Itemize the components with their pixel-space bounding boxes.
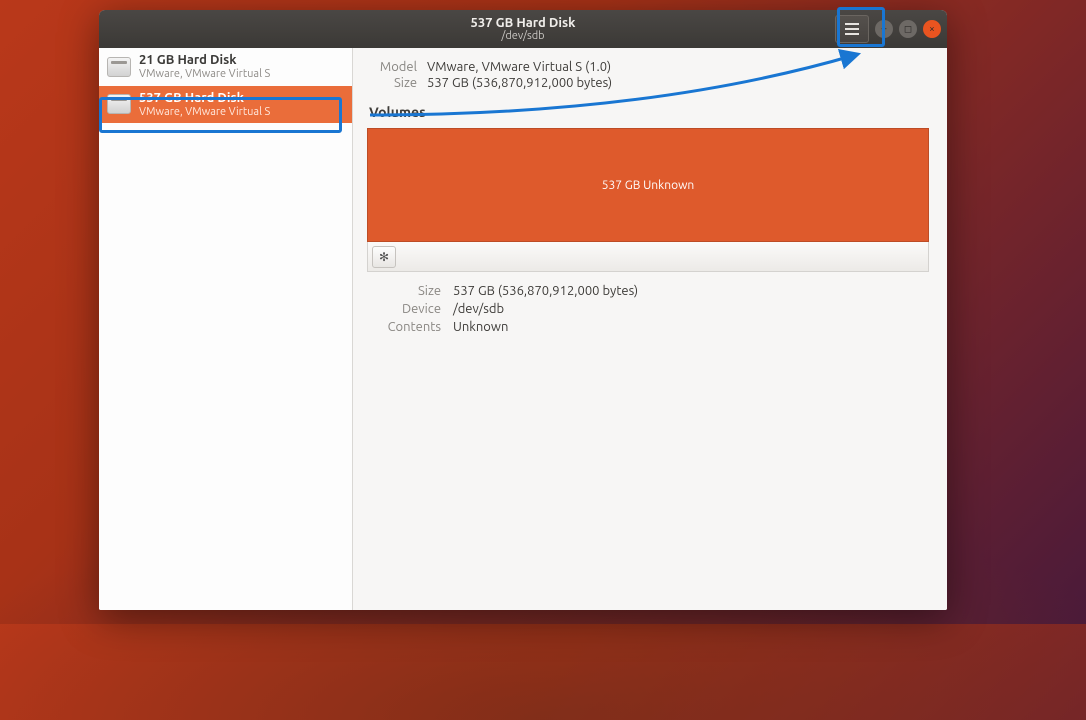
detail-contents-value: Unknown bbox=[453, 320, 508, 334]
title-center: 537 GB Hard Disk /dev/sdb bbox=[471, 16, 576, 42]
volume-details: Size 537 GB (536,870,912,000 bytes) Devi… bbox=[367, 284, 929, 334]
window-subtitle: /dev/sdb bbox=[471, 30, 576, 42]
window-title: 537 GB Hard Disk bbox=[471, 16, 576, 30]
minimize-button[interactable]: – bbox=[875, 20, 893, 38]
disk-item-537gb[interactable]: 537 GB Hard Disk VMware, VMware Virtual … bbox=[99, 86, 352, 124]
disk-item-title: 21 GB Hard Disk bbox=[139, 53, 270, 68]
size-label: Size bbox=[367, 76, 417, 90]
gear-icon: ✻ bbox=[379, 250, 389, 264]
detail-size-row: Size 537 GB (536,870,912,000 bytes) bbox=[367, 284, 929, 298]
hamburger-icon bbox=[845, 28, 859, 30]
detail-device-label: Device bbox=[367, 302, 441, 316]
hamburger-menu-button[interactable] bbox=[835, 15, 869, 43]
detail-device-value: /dev/sdb bbox=[453, 302, 504, 316]
disks-app-window: 537 GB Hard Disk /dev/sdb – ◻ × 21 GB Ha… bbox=[99, 10, 947, 610]
disk-item-21gb[interactable]: 21 GB Hard Disk VMware, VMware Virtual S bbox=[99, 48, 352, 86]
volume-settings-button[interactable]: ✻ bbox=[372, 246, 396, 268]
main-panel: Model VMware, VMware Virtual S (1.0) Siz… bbox=[353, 48, 947, 610]
model-row: Model VMware, VMware Virtual S (1.0) bbox=[367, 60, 929, 74]
disk-list-sidebar: 21 GB Hard Disk VMware, VMware Virtual S… bbox=[99, 48, 353, 610]
volume-block-label: 537 GB Unknown bbox=[602, 179, 695, 192]
disk-item-title: 537 GB Hard Disk bbox=[139, 91, 270, 106]
size-value: 537 GB (536,870,912,000 bytes) bbox=[427, 76, 612, 90]
model-value: VMware, VMware Virtual S (1.0) bbox=[427, 60, 611, 74]
maximize-button[interactable]: ◻ bbox=[899, 20, 917, 38]
size-row: Size 537 GB (536,870,912,000 bytes) bbox=[367, 76, 929, 90]
volumes-heading: Volumes bbox=[369, 104, 929, 120]
disk-item-sub: VMware, VMware Virtual S bbox=[139, 106, 270, 119]
titlebar: 537 GB Hard Disk /dev/sdb – ◻ × bbox=[99, 10, 947, 48]
window-content: 21 GB Hard Disk VMware, VMware Virtual S… bbox=[99, 48, 947, 610]
close-button[interactable]: × bbox=[923, 20, 941, 38]
detail-size-value: 537 GB (536,870,912,000 bytes) bbox=[453, 284, 638, 298]
detail-contents-row: Contents Unknown bbox=[367, 320, 929, 334]
titlebar-actions: – ◻ × bbox=[835, 10, 941, 48]
model-label: Model bbox=[367, 60, 417, 74]
minimize-icon: – bbox=[882, 24, 887, 34]
volume-toolbar: ✻ bbox=[367, 242, 929, 272]
disk-item-text: 537 GB Hard Disk VMware, VMware Virtual … bbox=[139, 91, 270, 119]
disk-item-sub: VMware, VMware Virtual S bbox=[139, 68, 270, 81]
volume-block[interactable]: 537 GB Unknown bbox=[367, 128, 929, 242]
detail-size-label: Size bbox=[367, 284, 441, 298]
disk-item-text: 21 GB Hard Disk VMware, VMware Virtual S bbox=[139, 53, 270, 81]
harddisk-icon bbox=[107, 57, 131, 77]
harddisk-icon bbox=[107, 94, 131, 114]
detail-device-row: Device /dev/sdb bbox=[367, 302, 929, 316]
close-icon: × bbox=[929, 24, 935, 34]
maximize-icon: ◻ bbox=[904, 24, 912, 34]
detail-contents-label: Contents bbox=[367, 320, 441, 334]
